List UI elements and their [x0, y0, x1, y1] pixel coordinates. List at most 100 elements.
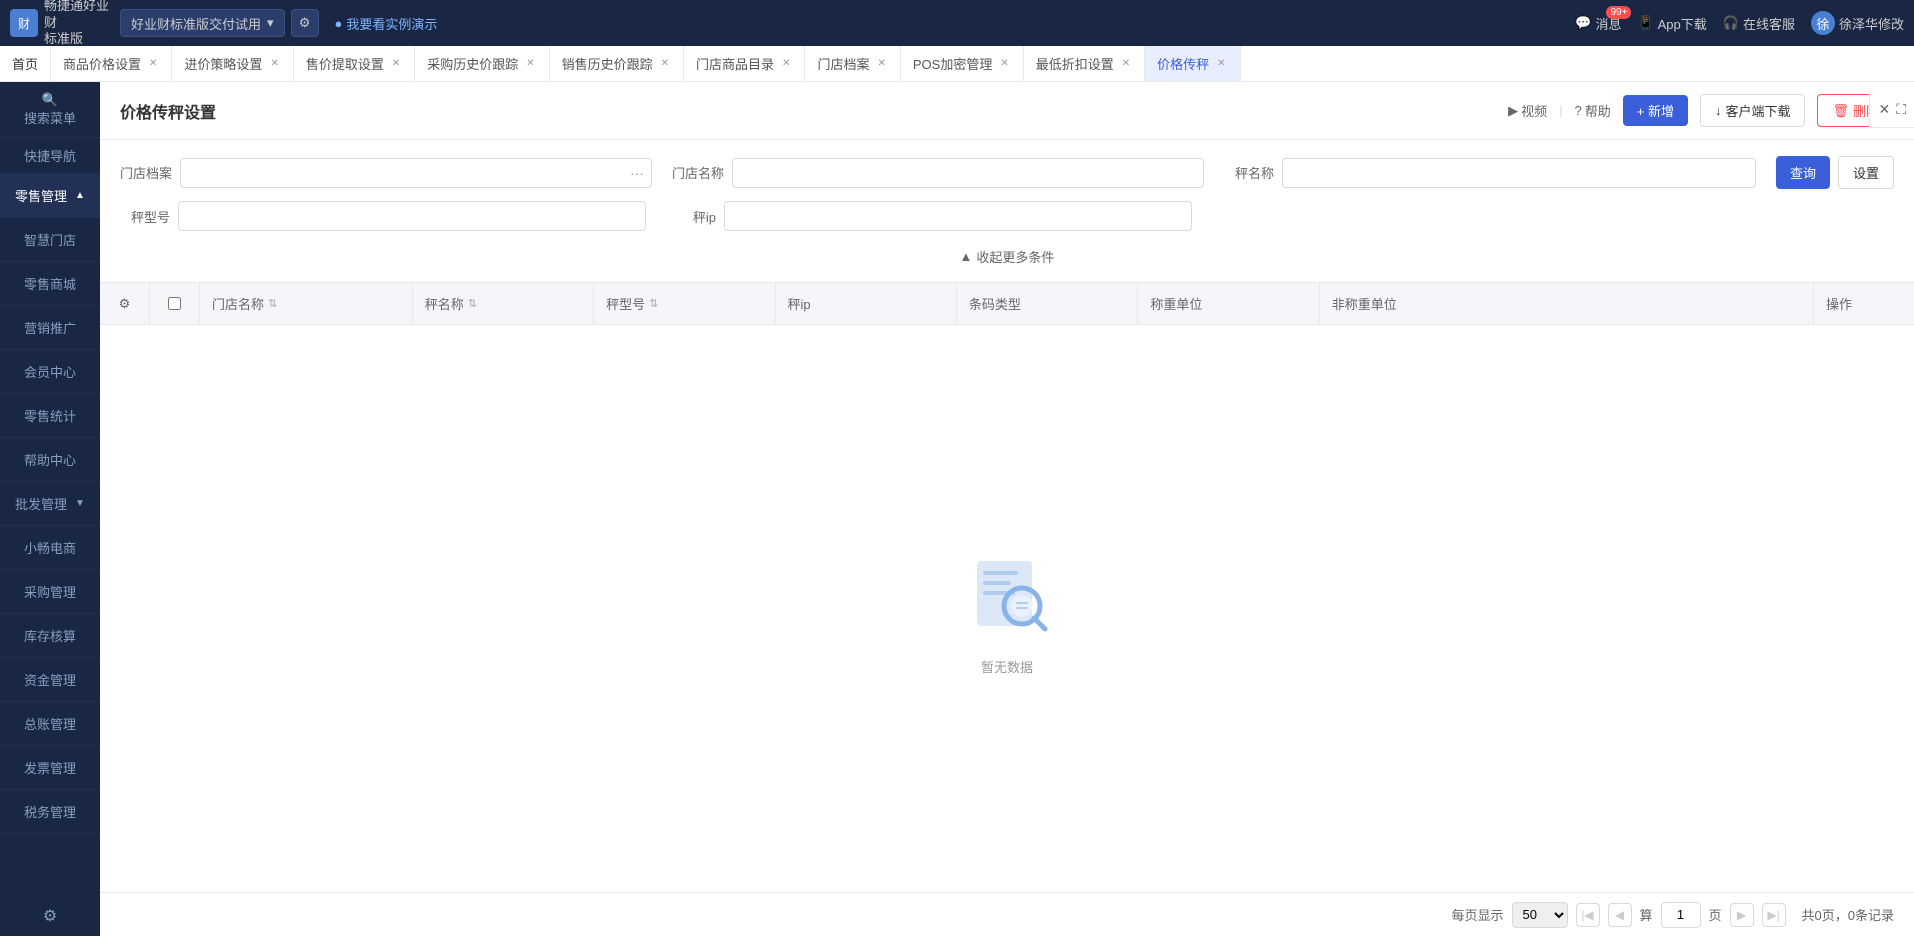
- page-title: 价格传秤设置: [120, 99, 216, 123]
- per-page-select[interactable]: 50 10 20 100: [1512, 902, 1568, 928]
- tab-close-price-scale[interactable]: ✕: [1215, 57, 1227, 70]
- scale-ip-input[interactable]: [724, 201, 1192, 231]
- page-number-input[interactable]: [1661, 902, 1701, 928]
- tab-close-min-discount[interactable]: ✕: [1120, 57, 1132, 70]
- download-icon: ↓: [1715, 103, 1722, 118]
- tab-price-scale[interactable]: 价格传秤 ✕: [1145, 46, 1240, 82]
- online-service-button[interactable]: 🎧 在线客服: [1723, 14, 1795, 33]
- play-icon: ●: [335, 16, 343, 31]
- page-header: 价格传秤设置 ▶ 视频 | ? 帮助 + 新增 ↓ 客户端下载: [100, 82, 1914, 140]
- collapse-row: ▲ 收起更多条件: [120, 243, 1894, 274]
- demo-link[interactable]: ● 我要看实例演示: [335, 14, 438, 33]
- sidebar-item-retail-mall[interactable]: 零售商城: [0, 262, 100, 306]
- pagination-bar: 每页显示 50 10 20 100 |◀ ◀ 算 页 ▶ ▶| 共0页，0条记录: [100, 892, 1914, 936]
- message-badge: 99+: [1606, 6, 1631, 19]
- first-page-button[interactable]: |◀: [1576, 903, 1600, 927]
- video-icon: ▶: [1508, 103, 1518, 119]
- sort-icon-scale-name[interactable]: ⇅: [468, 297, 477, 310]
- add-button[interactable]: + 新增: [1623, 95, 1688, 126]
- scale-name-input[interactable]: [1282, 158, 1756, 188]
- collapse-button[interactable]: ▲ 收起更多条件: [960, 247, 1055, 266]
- sidebar-item-help[interactable]: 帮助中心: [0, 438, 100, 482]
- prev-page-button[interactable]: ◀: [1608, 903, 1632, 927]
- sidebar-item-tax[interactable]: 税务管理: [0, 790, 100, 834]
- th-checkbox[interactable]: [150, 283, 200, 324]
- tab-home[interactable]: 首页: [0, 46, 51, 82]
- top-bar-right: 💬 消息 99+ 📱 App下载 🎧 在线客服 徐 徐泽华修改: [1575, 11, 1904, 35]
- sidebar-quick-nav[interactable]: 快捷导航: [0, 138, 100, 174]
- store-file-input[interactable]: [180, 158, 652, 188]
- th-store-name: 门店名称 ⇅: [200, 283, 413, 324]
- help-link[interactable]: ? 帮助: [1574, 101, 1610, 120]
- query-button[interactable]: 查询: [1776, 156, 1830, 189]
- filter-scale-ip: 秤ip: [666, 201, 1192, 231]
- message-button[interactable]: 💬 消息 99+: [1575, 14, 1621, 33]
- tab-min-discount[interactable]: 最低折扣设置 ✕: [1024, 46, 1145, 82]
- sidebar-item-member[interactable]: 会员中心: [0, 350, 100, 394]
- sidebar-item-retail-stats[interactable]: 零售统计: [0, 394, 100, 438]
- phone-icon: 📱: [1637, 15, 1653, 31]
- sidebar: 🔍 搜索菜单 快捷导航 零售管理 ▲ 智慧门店 零售商城 营销推广 会员中心 零…: [0, 82, 100, 936]
- sidebar-item-small-ecom[interactable]: 小畅电商: [0, 526, 100, 570]
- sidebar-search[interactable]: 🔍 搜索菜单: [0, 82, 100, 138]
- column-settings-icon: ⚙: [119, 296, 131, 312]
- download-button[interactable]: ↓ 客户端下载: [1700, 94, 1806, 127]
- tab-purchase-strategy[interactable]: 进价策略设置 ✕: [172, 46, 293, 82]
- tab-sale-extract[interactable]: 售价提取设置 ✕: [294, 46, 415, 82]
- gear-icon[interactable]: ⚙: [43, 906, 57, 926]
- version-selector[interactable]: 好业财标准版交付试用 ▾: [120, 9, 285, 37]
- th-weight-unit: 称重单位: [1138, 283, 1319, 324]
- tab-store-file[interactable]: 门店档案 ✕: [805, 46, 900, 82]
- logo-text: 畅捷通好业财 标准版: [44, 0, 110, 48]
- tab-pos-manage[interactable]: POS加密管理 ✕: [901, 46, 1024, 82]
- close-tab-icon[interactable]: ✕: [1878, 101, 1890, 118]
- sidebar-item-inventory[interactable]: 库存核算: [0, 614, 100, 658]
- sidebar-item-marketing[interactable]: 营销推广: [0, 306, 100, 350]
- tab-close-pos-manage[interactable]: ✕: [998, 57, 1010, 70]
- filter-scale-name: 秤名称: [1224, 158, 1756, 188]
- filter-row-1: 门店档案 ··· 门店名称 秤名称 查询: [120, 156, 1894, 189]
- tab-close-sale-extract[interactable]: ✕: [390, 57, 402, 70]
- expand-tab-icon[interactable]: ⛶: [1896, 101, 1906, 118]
- user-menu[interactable]: 徐 徐泽华修改: [1811, 11, 1904, 35]
- table-container: ⚙ 门店名称 ⇅ 秤名称 ⇅ 秤型号 ⇅ 秤ip: [100, 283, 1914, 936]
- table-header: ⚙ 门店名称 ⇅ 秤名称 ⇅ 秤型号 ⇅ 秤ip: [100, 283, 1914, 325]
- tab-sale-history[interactable]: 销售历史价跟踪 ✕: [550, 46, 684, 82]
- tab-close-store-catalog[interactable]: ✕: [780, 57, 792, 70]
- select-all-checkbox[interactable]: [168, 297, 181, 310]
- arrow-down-icon: ▼: [75, 498, 85, 509]
- th-settings[interactable]: ⚙: [100, 283, 150, 324]
- th-scale-ip: 秤ip: [776, 283, 957, 324]
- app-download-button[interactable]: 📱 App下载: [1637, 14, 1706, 33]
- sidebar-item-smart-store[interactable]: 智慧门店: [0, 218, 100, 262]
- sort-icon-scale-model[interactable]: ⇅: [649, 297, 658, 310]
- store-name-input[interactable]: [732, 158, 1204, 188]
- tab-close-purchase-strategy[interactable]: ✕: [268, 57, 280, 70]
- tab-store-catalog[interactable]: 门店商品目录 ✕: [684, 46, 805, 82]
- sidebar-item-retail[interactable]: 零售管理 ▲: [0, 174, 100, 218]
- logo-icon: 财: [10, 9, 38, 37]
- tab-purchase-history[interactable]: 采购历史价跟踪 ✕: [415, 46, 549, 82]
- sort-icon-store-name[interactable]: ⇅: [268, 297, 277, 310]
- video-link[interactable]: ▶ 视频: [1508, 101, 1547, 120]
- tab-bar-actions: ✕ ⛶: [1869, 92, 1914, 128]
- setup-button[interactable]: 设置: [1838, 156, 1894, 189]
- collapse-up-icon: ▲: [960, 249, 973, 264]
- last-page-button[interactable]: ▶|: [1762, 903, 1786, 927]
- dots-icon[interactable]: ···: [630, 165, 644, 181]
- tab-close-purchase-history[interactable]: ✕: [524, 57, 536, 70]
- tab-close-store-file[interactable]: ✕: [875, 57, 887, 70]
- scale-model-input[interactable]: [178, 201, 646, 231]
- settings-button[interactable]: ⚙: [291, 9, 319, 37]
- sidebar-item-invoice[interactable]: 发票管理: [0, 746, 100, 790]
- sidebar-item-purchase[interactable]: 采购管理: [0, 570, 100, 614]
- sidebar-item-finance[interactable]: 资金管理: [0, 658, 100, 702]
- sidebar-item-wholesale[interactable]: 批发管理 ▼: [0, 482, 100, 526]
- sidebar-item-general-ledger[interactable]: 总账管理: [0, 702, 100, 746]
- tab-close-sale-history[interactable]: ✕: [659, 57, 671, 70]
- search-icon: 🔍: [42, 92, 58, 107]
- tab-price-setting[interactable]: 商品价格设置 ✕: [51, 46, 172, 82]
- tab-close-price-setting[interactable]: ✕: [147, 57, 159, 70]
- arrow-up-icon: ▲: [75, 190, 85, 201]
- next-page-button[interactable]: ▶: [1730, 903, 1754, 927]
